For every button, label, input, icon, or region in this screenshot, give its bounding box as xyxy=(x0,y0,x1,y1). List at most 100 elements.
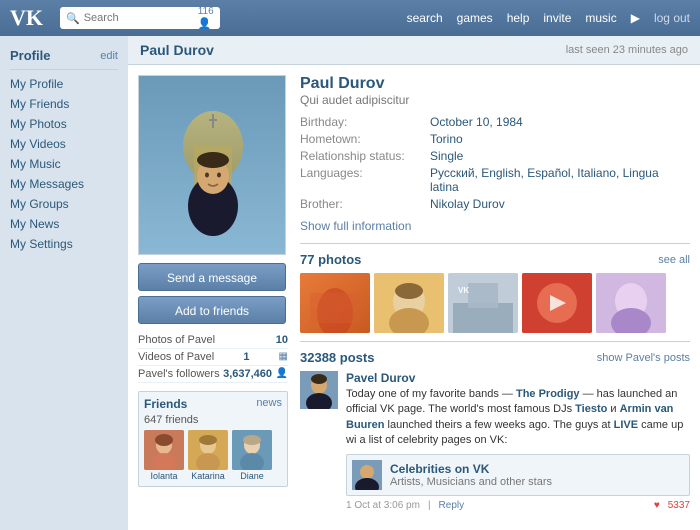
profile-header: Paul Durov last seen 23 minutes ago xyxy=(128,36,700,65)
nav-music[interactable]: music xyxy=(585,11,616,25)
friend-photo-katarina[interactable] xyxy=(188,430,228,470)
posts-section: 32388 posts show Pavel's posts xyxy=(300,341,690,511)
friend-photo-iolanta[interactable] xyxy=(144,430,184,470)
languages-label: Languages: xyxy=(300,166,430,194)
photos-see-all-link[interactable]: see all xyxy=(658,254,690,266)
brother-label: Brother: xyxy=(300,197,430,211)
post-reply-link[interactable]: Reply xyxy=(439,500,465,511)
post-item: Pavel Durov Today one of my favorite ban… xyxy=(300,371,690,511)
profile-info-table: Birthday: October 10, 1984 Hometown: Tor… xyxy=(300,115,690,211)
profile-body: Send a message Add to friends Photos of … xyxy=(128,65,700,529)
followers-stat: Pavel's followers 3,637,460 👤 xyxy=(138,366,288,383)
friend-photo-diane[interactable] xyxy=(232,430,272,470)
top-navigation: VK 🔍 116 👤 search games help invite musi… xyxy=(0,0,700,36)
photos-label: Photos of Pavel xyxy=(138,334,215,346)
photo-thumb-1[interactable] xyxy=(300,273,370,333)
profile-name: Paul Durov xyxy=(300,75,690,93)
like-icon: ♥ xyxy=(654,500,660,511)
vk-logo: VK xyxy=(10,5,50,31)
profile-photo-illustration xyxy=(139,76,286,255)
relationship-label: Relationship status: xyxy=(300,149,430,163)
sidebar-item-my-music[interactable]: My Music xyxy=(0,154,128,174)
profile-photo xyxy=(138,75,286,255)
friend-name-diane: Diane xyxy=(232,471,272,481)
followers-value[interactable]: 3,637,460 xyxy=(223,368,272,380)
sidebar-item-my-settings[interactable]: My Settings xyxy=(0,234,128,254)
photos-count-title[interactable]: 77 photos xyxy=(300,252,361,267)
photo-thumb-2[interactable] xyxy=(374,273,444,333)
photos-row: VK xyxy=(300,273,690,333)
brother-value[interactable]: Nikolay Durov xyxy=(430,197,505,211)
friends-title: Friends news xyxy=(144,397,282,411)
live-link[interactable]: LIVE xyxy=(614,419,638,431)
post-content: Pavel Durov Today one of my favorite ban… xyxy=(346,371,690,511)
sidebar-item-my-groups[interactable]: My Groups xyxy=(0,194,128,214)
send-message-button[interactable]: Send a message xyxy=(138,263,286,291)
languages-value: Русский, English, Español, Italiano, Lin… xyxy=(430,166,690,194)
nav-logout[interactable]: log out xyxy=(654,11,690,25)
page-subtitle: Artists, Musicians and other stars xyxy=(390,476,552,488)
friends-label[interactable]: Friends xyxy=(144,397,187,411)
sidebar-item-my-news[interactable]: My News xyxy=(0,214,128,234)
photos-section: 77 photos see all xyxy=(300,243,690,333)
sidebar-profile-label: Profile xyxy=(10,48,50,63)
post-page-block[interactable]: Celebrities on VK Artists, Musicians and… xyxy=(346,454,690,496)
sidebar-item-my-videos[interactable]: My Videos xyxy=(0,134,128,154)
friend-name-iolanta: Iolanta xyxy=(144,471,184,481)
sidebar-item-my-photos[interactable]: My Photos xyxy=(0,114,128,134)
sidebar-item-my-friends[interactable]: My Friends xyxy=(0,94,128,114)
post-text: Today one of my favorite bands — The Pro… xyxy=(346,387,690,449)
videos-label: Videos of Pavel xyxy=(138,351,214,363)
main-layout: Profile edit My Profile My Friends My Ph… xyxy=(0,36,700,530)
show-pavels-posts-link[interactable]: show Pavel's posts xyxy=(597,352,690,364)
sidebar-item-my-messages[interactable]: My Messages xyxy=(0,174,128,194)
nav-invite[interactable]: invite xyxy=(543,11,571,25)
content-area: Paul Durov last seen 23 minutes ago xyxy=(128,36,700,530)
sidebar-divider xyxy=(10,69,118,70)
friends-news-link[interactable]: news xyxy=(256,397,282,411)
last-seen: last seen 23 minutes ago xyxy=(566,44,688,56)
search-input[interactable] xyxy=(84,12,194,24)
photos-value[interactable]: 10 xyxy=(276,334,288,346)
nav-search[interactable]: search xyxy=(407,11,443,25)
sidebar-item-my-profile[interactable]: My Profile xyxy=(0,74,128,94)
post-date: 1 Oct at 3:06 pm xyxy=(346,500,420,511)
photos-section-header: 77 photos see all xyxy=(300,252,690,267)
photo-thumb-3[interactable]: VK xyxy=(448,273,518,333)
show-full-info-link[interactable]: Show full information xyxy=(300,219,690,233)
profile-header-name: Paul Durov xyxy=(140,42,214,58)
post-avatar[interactable] xyxy=(300,371,338,409)
posts-section-header: 32388 posts show Pavel's posts xyxy=(300,350,690,365)
friend-name-katarina: Katarina xyxy=(188,471,228,481)
birthday-value: October 10, 1984 xyxy=(430,115,523,129)
post-author[interactable]: Pavel Durov xyxy=(346,371,690,385)
profile-left-column: Send a message Add to friends Photos of … xyxy=(138,75,288,519)
relationship-row: Relationship status: Single xyxy=(300,149,690,163)
music-play-icon[interactable]: ▶ xyxy=(631,11,640,25)
friends-photos: Iolanta Katarina xyxy=(144,430,282,481)
hometown-row: Hometown: Torino xyxy=(300,132,690,146)
nav-help[interactable]: help xyxy=(507,11,530,25)
tiesto-link[interactable]: Tiesto xyxy=(575,403,607,415)
hometown-value[interactable]: Torino xyxy=(430,132,463,146)
videos-value[interactable]: 1 xyxy=(243,351,249,363)
stats-section: Photos of Pavel 10 Videos of Pavel 1 ▦ P… xyxy=(138,332,288,383)
search-icon: 🔍 xyxy=(66,12,80,25)
prodigy-link[interactable]: The Prodigy xyxy=(516,388,580,400)
videos-icon: ▦ xyxy=(279,351,288,363)
profile-right-column: Paul Durov Qui audet adipiscitur Birthda… xyxy=(300,75,690,519)
photos-of-pavel-stat: Photos of Pavel 10 xyxy=(138,332,288,349)
photo-thumb-4[interactable] xyxy=(522,273,592,333)
relationship-value: Single xyxy=(430,149,463,163)
sidebar-edit-link[interactable]: edit xyxy=(100,50,118,62)
like-count[interactable]: 5337 xyxy=(668,500,690,511)
friend-item-3: Diane xyxy=(232,430,272,481)
photo-thumb-5[interactable] xyxy=(596,273,666,333)
add-to-friends-button[interactable]: Add to friends xyxy=(138,296,286,324)
languages-row: Languages: Русский, English, Español, It… xyxy=(300,166,690,194)
friends-box: Friends news 647 friends xyxy=(138,391,288,487)
posts-count-title: 32388 posts xyxy=(300,350,374,365)
nav-games[interactable]: games xyxy=(457,11,493,25)
birthday-label: Birthday: xyxy=(300,115,430,129)
top-nav-links: search games help invite music ▶ log out xyxy=(407,11,690,25)
